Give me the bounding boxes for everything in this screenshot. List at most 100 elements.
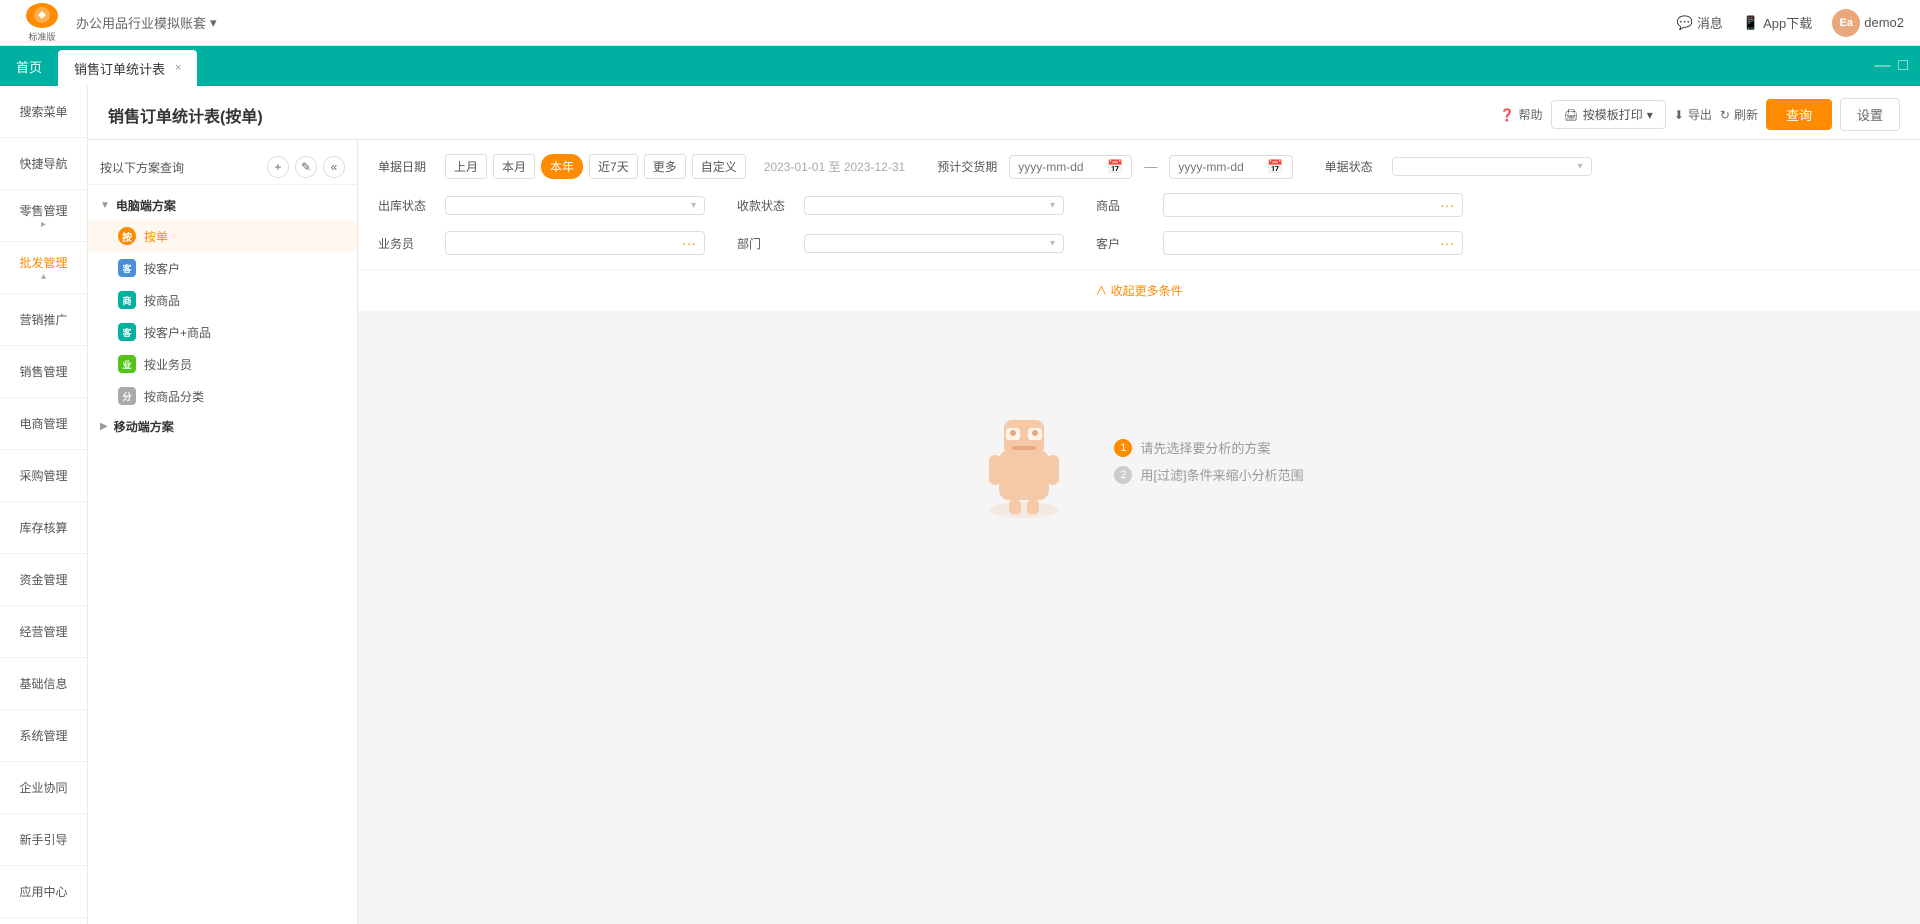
system-label: 系统管理 [19,727,67,744]
purchase-label: 采购管理 [19,467,67,484]
sidebar-item-finance[interactable]: 资金管理 [0,554,87,606]
product-input-wrap: ··· [1163,193,1463,217]
sidebar-item-quicknav[interactable]: 快捷导航 [0,138,87,190]
sidebar-item-wechat[interactable]: 企业微信 [0,918,87,924]
product-dots-btn[interactable]: ··· [1440,197,1454,213]
this-month-btn[interactable]: 本月 [493,154,535,179]
maximize-btn[interactable]: □ [1898,57,1908,75]
sidebar-item-ecommerce[interactable]: 电商管理 [0,398,87,450]
content-area: 销售订单统计表(按单) ❓ 帮助 🖨 按模板打印 ▾ ⬇ 导出 ↻ 刷新 [88,86,1920,924]
this-year-btn[interactable]: 本年 [541,154,583,179]
sidebar-item-marketing[interactable]: 营销推广 [0,294,87,346]
app-selector[interactable]: 办公用品行业模拟账套 ▾ [76,13,217,32]
sidebar-item-purchase[interactable]: 采购管理 [0,450,87,502]
customer-label: 客户 [1096,235,1151,252]
salesperson-input[interactable] [454,236,678,250]
collapse-panel-btn[interactable]: « [323,156,345,178]
logo-box: 标准版 [16,3,68,43]
edit-scheme-btn[interactable]: ✎ [295,156,317,178]
retail-arrow: ▸ [41,219,46,230]
nav-tab-controls: — □ [1874,57,1920,75]
print-btn[interactable]: 🖨 按模板打印 ▾ [1551,100,1666,129]
left-panel: 按以下方案查询 + ✎ « ▼ 电脑端方案 [88,140,358,924]
minimize-btn[interactable]: — [1874,57,1890,75]
scheme-icon-category: 分 [118,387,136,405]
salesperson-label: 业务员 [378,235,433,252]
sidebar-item-operations[interactable]: 经营管理 [0,606,87,658]
calendar-end-icon[interactable]: 📅 [1267,159,1283,175]
sidebar-item-basic[interactable]: 基础信息 [0,658,87,710]
custom-btn[interactable]: 自定义 [692,154,746,179]
tab-sales-order[interactable]: 销售订单统计表 × [58,50,197,86]
tab-close-icon[interactable]: × [175,62,181,74]
tab-home[interactable]: 首页 [0,46,58,86]
sidebar-item-appcenter[interactable]: 应用中心 [0,866,87,918]
topbar: 标准版 办公用品行业模拟账套 ▾ 💬 消息 📱 App下载 Ea demo2 [0,0,1920,46]
expected-date-label: 预计交货期 [937,158,997,175]
app-download-icon: 📱 [1743,15,1759,31]
hint-text-1: 请先选择要分析的方案 [1140,438,1270,457]
newbie-label: 新手引导 [19,831,67,848]
help-btn[interactable]: ❓ 帮助 [1500,106,1543,123]
out-status-chevron: ▾ [691,200,696,211]
out-status-select[interactable]: ▾ [445,196,705,215]
customer-input[interactable] [1172,236,1436,250]
empty-state: 1 请先选择要分析的方案 2 用[过滤]条件来缩小分析范围 [974,400,1303,523]
query-button[interactable]: 查询 [1766,99,1832,130]
add-scheme-btn[interactable]: + [267,156,289,178]
scheme-icon-salesperson: 业 [118,355,136,373]
salesperson-dots-btn[interactable]: ··· [682,235,696,251]
appcenter-label: 应用中心 [19,883,67,900]
scheme-item-by-product[interactable]: 商 按商品 [88,284,357,316]
filter-row-2: 出库状态 ▾ 收款状态 ▾ 商品 [378,193,1900,217]
expected-date-end-input[interactable] [1178,160,1263,174]
scheme-group-pc: ▼ 电脑端方案 按 按单 客 按客户 商 按商品 [88,191,357,412]
scheme-item-by-category[interactable]: 分 按商品分类 [88,380,357,412]
scheme-item-by-customer-product[interactable]: 客 按客户+商品 [88,316,357,348]
result-area: 1 请先选择要分析的方案 2 用[过滤]条件来缩小分析范围 [358,311,1920,611]
refresh-btn[interactable]: ↻ 刷新 [1720,106,1758,123]
collapse-bar[interactable]: ∧ 收起更多条件 [358,269,1920,311]
user-section[interactable]: Ea demo2 [1832,9,1904,37]
sidebar-item-inventory[interactable]: 库存核算 [0,502,87,554]
department-select[interactable]: ▾ [804,234,1064,253]
sidebar-item-enterprise[interactable]: 企业协同 [0,762,87,814]
logo-icon [26,3,58,28]
export-btn[interactable]: ⬇ 导出 [1674,106,1712,123]
sidebar: 搜索菜单 快捷导航 零售管理 ▸ 批发管理 ▴ 营销推广 销售管理 电商管理 采… [0,86,88,924]
last7-btn[interactable]: 近7天 [589,154,638,179]
last-month-btn[interactable]: 上月 [445,154,487,179]
payment-status-select[interactable]: ▾ [804,196,1064,215]
more-btn[interactable]: 更多 [644,154,686,179]
status-select[interactable]: ▾ [1392,157,1592,176]
scheme-item-by-order[interactable]: 按 按单 [88,220,357,252]
expected-date-start-wrap[interactable]: 📅 [1009,155,1132,179]
app-download-btn[interactable]: 📱 App下载 [1743,13,1812,32]
wholesale-arrow: ▴ [41,271,46,282]
calendar-start-icon[interactable]: 📅 [1107,159,1123,175]
sidebar-item-wholesale[interactable]: 批发管理 ▴ [0,242,87,294]
expected-date-start-input[interactable] [1018,160,1103,174]
sidebar-item-sales[interactable]: 销售管理 [0,346,87,398]
enterprise-label: 企业协同 [19,779,67,796]
collapse-icon: « [331,160,338,174]
sidebar-item-search[interactable]: 搜索菜单 [0,86,87,138]
sidebar-item-newbie[interactable]: 新手引导 [0,814,87,866]
app-selector-chevron: ▾ [210,15,217,31]
scheme-item-by-customer[interactable]: 客 按客户 [88,252,357,284]
sidebar-item-retail[interactable]: 零售管理 ▸ [0,190,87,242]
scheme-label-category: 按商品分类 [144,388,204,405]
scheme-item-by-salesperson[interactable]: 业 按业务员 [88,348,357,380]
settings-button[interactable]: 设置 [1840,98,1900,131]
hint-num-2: 2 [1114,466,1132,484]
scheme-group-header-mobile[interactable]: ▶ 移动端方案 [88,412,357,441]
customer-dots-btn[interactable]: ··· [1440,235,1454,251]
sidebar-item-system[interactable]: 系统管理 [0,710,87,762]
message-btn[interactable]: 💬 消息 [1677,13,1723,32]
scheme-group-header-pc[interactable]: ▼ 电脑端方案 [88,191,357,220]
expected-date-end-wrap[interactable]: 📅 [1169,155,1292,179]
app-download-label: App下载 [1763,13,1812,32]
product-input[interactable] [1172,198,1436,212]
expand-icon: ▼ [100,200,110,211]
scheme-label-cust-prod: 按客户+商品 [144,324,211,341]
